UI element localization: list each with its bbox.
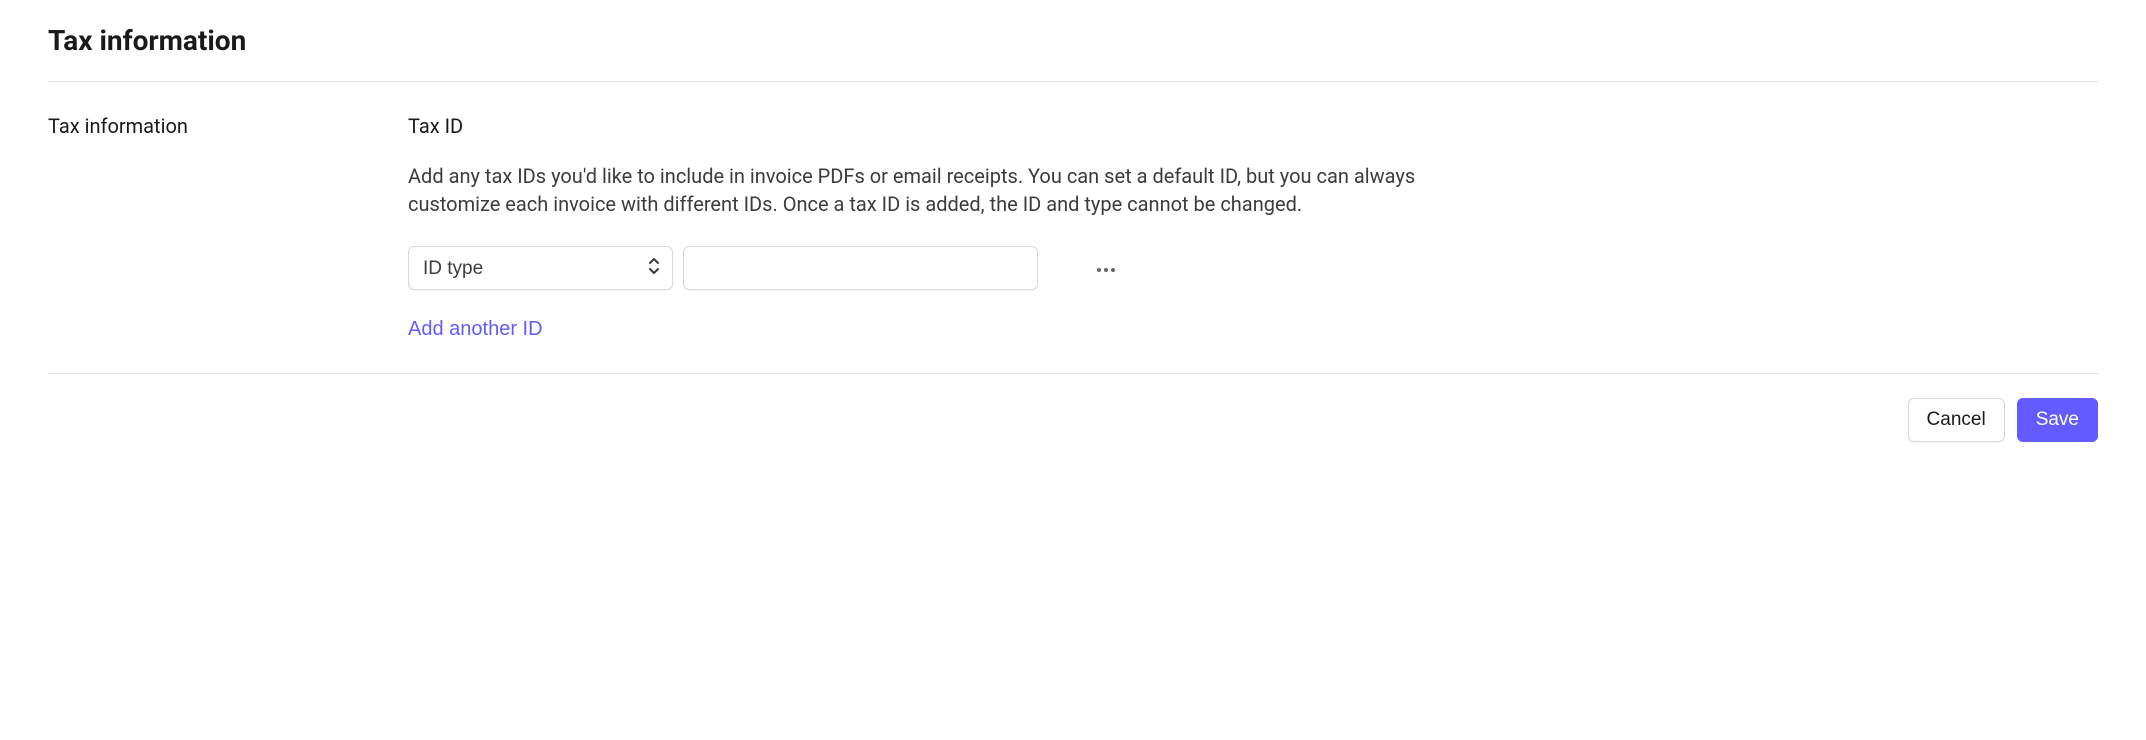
add-another-id-button[interactable]: Add another ID — [408, 318, 543, 341]
footer-actions: Cancel Save — [48, 374, 2098, 442]
section-label: Tax information — [48, 114, 408, 341]
save-button[interactable]: Save — [2017, 398, 2098, 442]
tax-info-section: Tax information Tax ID Add any tax IDs y… — [48, 82, 2098, 374]
dots-horizontal-icon — [1096, 261, 1116, 276]
tax-id-input[interactable] — [683, 246, 1038, 290]
cancel-button[interactable]: Cancel — [1908, 398, 2005, 442]
field-description: Add any tax IDs you'd like to include in… — [408, 162, 1428, 218]
id-type-select[interactable]: ID type — [408, 246, 673, 290]
more-options-button[interactable] — [1084, 246, 1128, 290]
tax-id-input-row: ID type — [408, 246, 2098, 290]
field-title: Tax ID — [408, 114, 2098, 138]
page-title: Tax information — [48, 24, 2098, 82]
